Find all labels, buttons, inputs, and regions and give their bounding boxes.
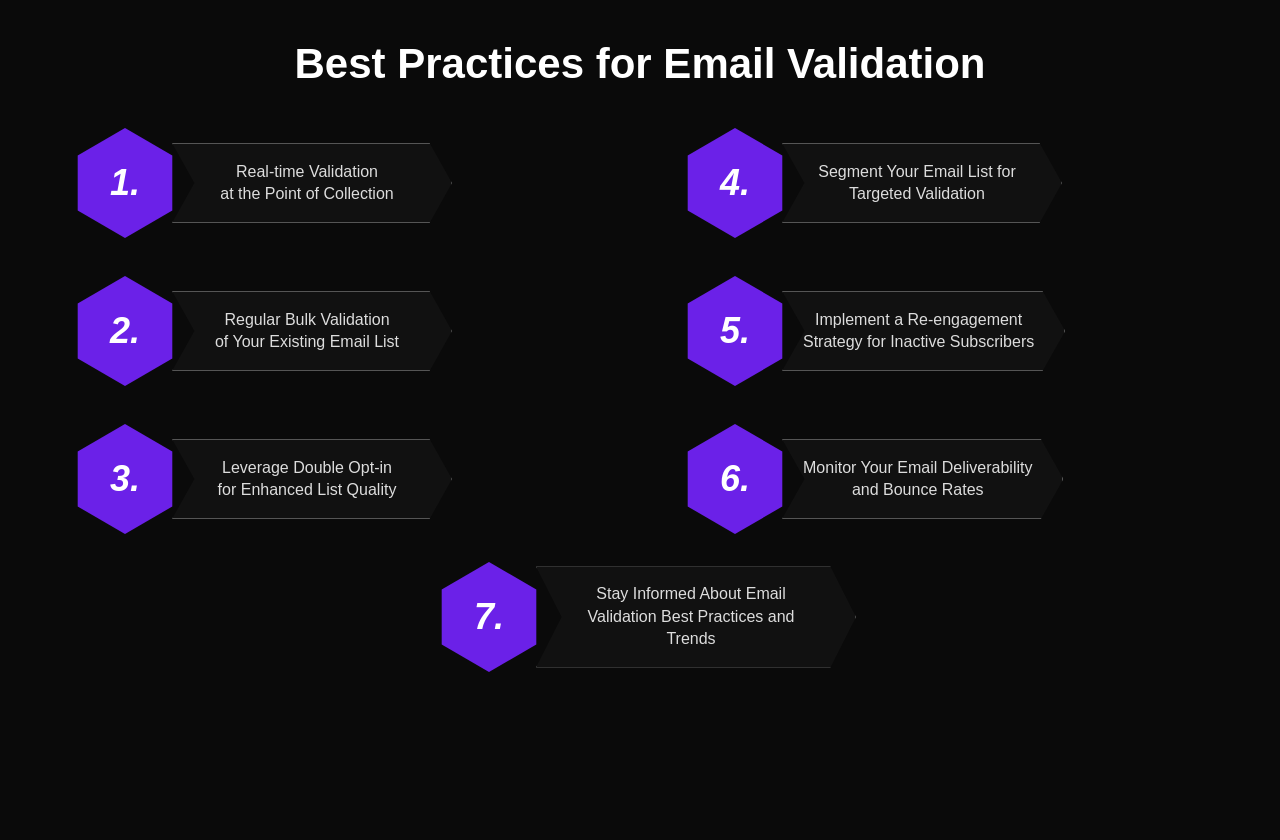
hex-badge: 2. [60, 266, 190, 396]
item-label-box: Leverage Double Opt-infor Enhanced List … [172, 439, 452, 519]
list-item: 1. Real-time Validationat the Point of Co… [60, 118, 610, 248]
list-item: 7. Stay Informed About EmailValidation Be… [424, 552, 856, 682]
hex-badge: 1. [60, 118, 190, 248]
item-number: 6. [720, 458, 750, 500]
hex-badge: 3. [60, 414, 190, 544]
item-number: 5. [720, 310, 750, 352]
hex-badge: 4. [670, 118, 800, 248]
list-item: 3. Leverage Double Opt-infor Enhanced Lis… [60, 414, 610, 544]
list-item: 5. Implement a Re-engagementStrategy for … [670, 266, 1220, 396]
page-title: Best Practices for Email Validation [295, 40, 986, 88]
item-number: 3. [110, 458, 140, 500]
list-item: 6. Monitor Your Email Deliverabilityand B… [670, 414, 1220, 544]
item-label-box: Segment Your Email List forTargeted Vali… [782, 143, 1062, 223]
bottom-row: 7. Stay Informed About EmailValidation Be… [364, 552, 916, 682]
item-number: 2. [110, 310, 140, 352]
hex-badge: 6. [670, 414, 800, 544]
item-label: Regular Bulk Validationof Your Existing … [215, 309, 399, 354]
practices-grid: 1. Real-time Validationat the Point of Co… [0, 118, 1280, 544]
item-number: 1. [110, 162, 140, 204]
item-label: Monitor Your Email Deliverabilityand Bou… [803, 457, 1032, 502]
item-label-box: Implement a Re-engagementStrategy for In… [782, 291, 1065, 371]
list-item: 4. Segment Your Email List forTargeted Va… [670, 118, 1220, 248]
hex-badge: 5. [670, 266, 800, 396]
item-label-box: Stay Informed About EmailValidation Best… [536, 566, 856, 667]
item-label-box: Monitor Your Email Deliverabilityand Bou… [782, 439, 1063, 519]
item-label: Leverage Double Opt-infor Enhanced List … [218, 457, 397, 502]
item-label-box: Real-time Validationat the Point of Coll… [172, 143, 452, 223]
list-item: 2. Regular Bulk Validationof Your Existin… [60, 266, 610, 396]
item-number: 4. [720, 162, 750, 204]
item-label-box: Regular Bulk Validationof Your Existing … [172, 291, 452, 371]
item-label: Segment Your Email List forTargeted Vali… [818, 161, 1015, 206]
item-label: Stay Informed About EmailValidation Best… [588, 583, 795, 650]
item-label: Real-time Validationat the Point of Coll… [220, 161, 393, 206]
item-number: 7. [474, 596, 504, 638]
item-label: Implement a Re-engagementStrategy for In… [803, 309, 1034, 354]
hex-badge: 7. [424, 552, 554, 682]
